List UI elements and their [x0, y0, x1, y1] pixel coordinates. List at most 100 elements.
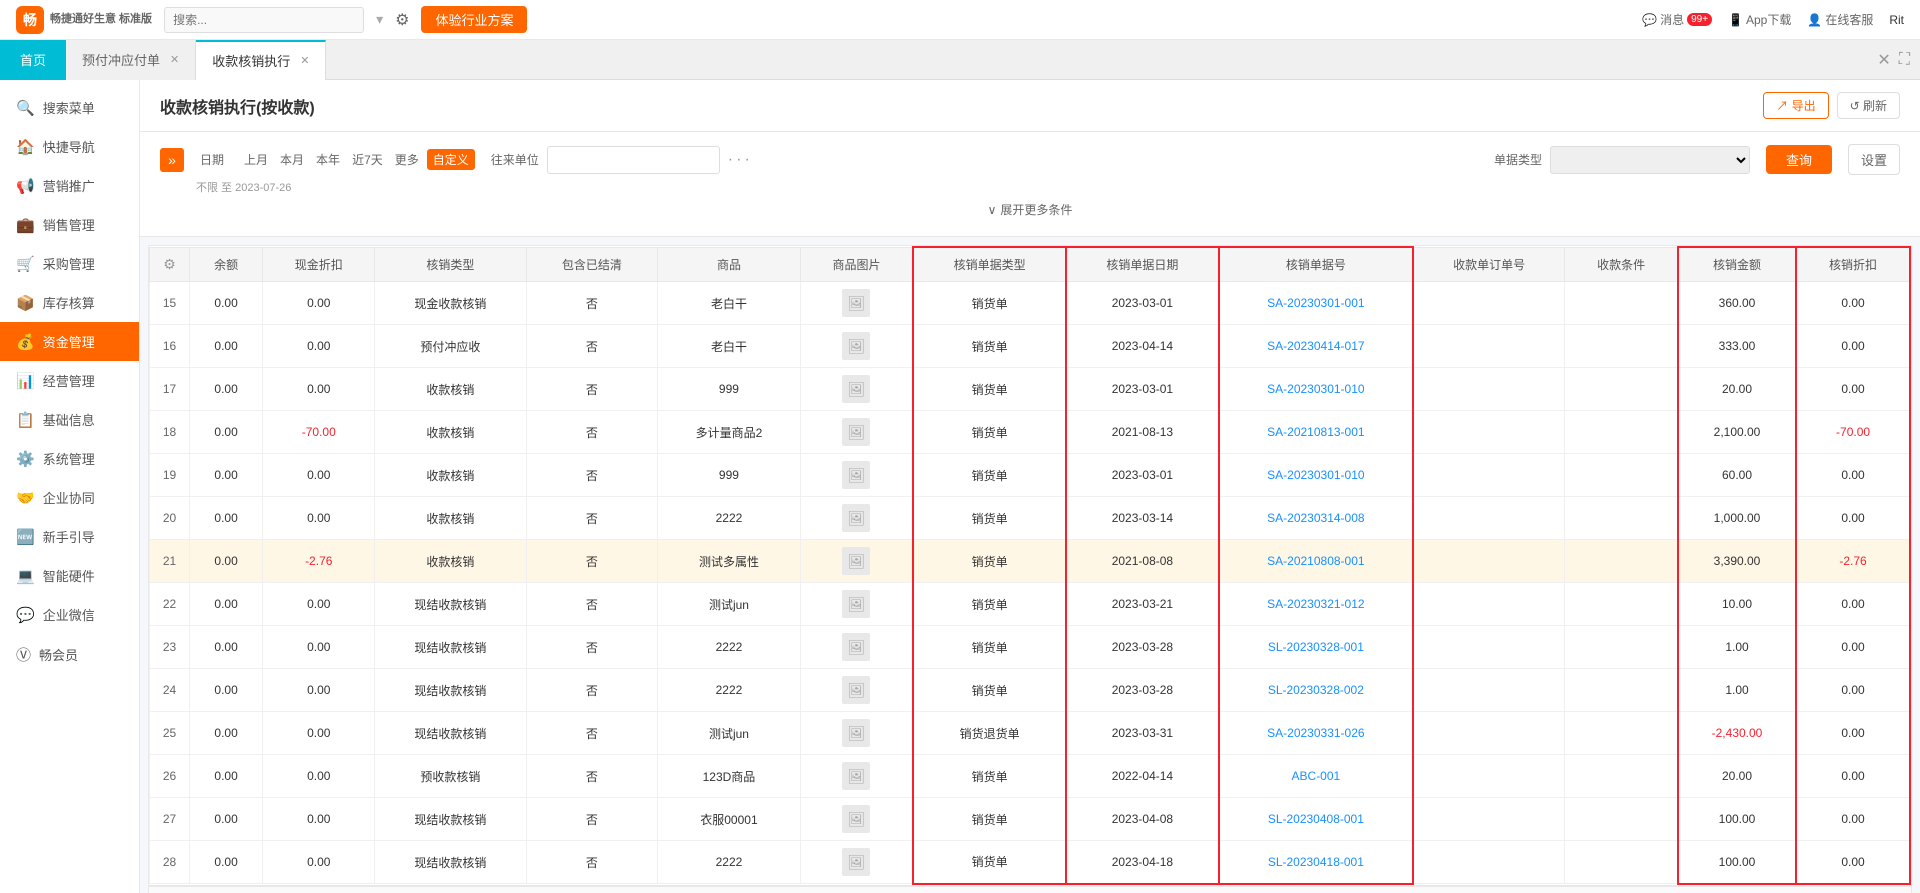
filter-row-main: » 日期 上月 本月 本年 近7天 更多 自定义 往来单位 ··· 单据类型	[160, 144, 1900, 175]
finance-icon: 💰	[16, 333, 35, 351]
sidebar-item-marketing[interactable]: 📢 营销推广	[0, 166, 139, 205]
filter-date-buttons: 上月 本月 本年 近7天 更多 自定义	[240, 149, 475, 170]
sidebar-item-guide[interactable]: 🆕 新手引导	[0, 517, 139, 556]
settings-gear-icon[interactable]: ⚙	[395, 10, 409, 30]
row-cancel-amount: 2,100.00	[1678, 411, 1796, 454]
sidebar-item-wechat[interactable]: 💬 企业微信	[0, 595, 139, 634]
sidebar-item-hardware[interactable]: 💻 智能硬件	[0, 556, 139, 595]
solution-button[interactable]: 体验行业方案	[421, 6, 527, 33]
voucher-no-link[interactable]: SA-20230331-026	[1267, 726, 1364, 740]
row-cancel-voucher-type: 销货退货单	[913, 712, 1066, 755]
sidebar-item-sales[interactable]: 💼 销售管理	[0, 205, 139, 244]
row-receipt-order-no	[1413, 798, 1565, 841]
row-no: 20	[150, 497, 190, 540]
row-receipt-order-no	[1413, 755, 1565, 798]
tab-collection-close-icon[interactable]: ✕	[300, 54, 309, 67]
sidebar-item-inventory[interactable]: 📦 库存核算	[0, 283, 139, 322]
voucher-no-link[interactable]: SL-20230328-002	[1268, 683, 1364, 697]
row-cancel-voucher-type: 销货单	[913, 841, 1066, 884]
table-row: 18 0.00 -70.00 收款核销 否 多计量商品2 🖼 销货单 2021-…	[150, 411, 1911, 454]
tab-home[interactable]: 首页	[0, 40, 66, 80]
th-gear[interactable]: ⚙	[150, 247, 190, 282]
goods-image-cell: 🖼	[800, 583, 913, 626]
app-download-area[interactable]: 📱 App下载	[1728, 11, 1791, 28]
row-receipt-condition	[1565, 368, 1678, 411]
voucher-no-link[interactable]: SA-20230314-008	[1267, 511, 1364, 525]
quick-nav-icon: 🏠	[16, 138, 35, 156]
tab-close-all-icon[interactable]: ✕	[1877, 50, 1890, 70]
online-service-area[interactable]: 👤 在线客服	[1807, 11, 1873, 28]
row-balance: 0.00	[190, 583, 263, 626]
goods-image-cell: 🖼	[800, 368, 913, 411]
voucher-no-link[interactable]: SA-20210813-001	[1267, 425, 1364, 439]
refresh-button[interactable]: ↺ 刷新	[1837, 92, 1900, 119]
tab-maximize-icon[interactable]: ⛶	[1899, 51, 1910, 69]
row-cancel-voucher-type: 销货单	[913, 540, 1066, 583]
row-cancel-voucher-no: SL-20230328-001	[1219, 626, 1413, 669]
sidebar-item-purchase[interactable]: 🛒 采购管理	[0, 244, 139, 283]
main-layout: 🔍 搜索菜单 🏠 快捷导航 📢 营销推广 💼 销售管理 🛒 采购管理 📦 库存核…	[0, 80, 1920, 893]
voucher-type-select[interactable]	[1550, 146, 1750, 174]
message-area[interactable]: 💬 消息 99+	[1642, 11, 1712, 28]
row-cancel-voucher-type: 销货单	[913, 497, 1066, 540]
goods-image-cell: 🖼	[800, 755, 913, 798]
voucher-no-link[interactable]: SL-20230408-001	[1268, 812, 1364, 826]
sidebar-item-business[interactable]: 📊 经营管理	[0, 361, 139, 400]
row-receipt-condition	[1565, 626, 1678, 669]
expand-more-button[interactable]: ∨ 展开更多条件	[160, 195, 1900, 224]
tab-prepay[interactable]: 预付冲应付单 ✕	[66, 40, 196, 80]
row-cancel-discount: 0.00	[1796, 712, 1910, 755]
export-button[interactable]: ↗ 导出	[1763, 92, 1828, 119]
tab-collection[interactable]: 收款核销执行 ✕	[196, 40, 326, 80]
sidebar-item-finance[interactable]: 💰 资金管理	[0, 322, 139, 361]
row-goods: 老白干	[658, 325, 801, 368]
refresh-icon: ↺	[1850, 99, 1863, 113]
search-chevron-icon[interactable]: ▾	[376, 11, 383, 28]
date-btn-last7[interactable]: 近7天	[348, 149, 387, 170]
row-balance: 0.00	[190, 540, 263, 583]
voucher-no-link[interactable]: ABC-001	[1292, 769, 1341, 783]
date-btn-this-month[interactable]: 本月	[276, 149, 308, 170]
voucher-no-link[interactable]: SA-20230301-010	[1267, 382, 1364, 396]
date-btn-custom[interactable]: 自定义	[427, 149, 475, 170]
user-name[interactable]: Rit	[1889, 13, 1904, 27]
voucher-no-link[interactable]: SA-20230321-012	[1267, 597, 1364, 611]
from-unit-input[interactable]	[547, 146, 720, 174]
table-body: 15 0.00 0.00 现金收款核销 否 老白干 🖼 销货单 2023-03-…	[150, 282, 1911, 884]
row-cancel-voucher-type: 销货单	[913, 282, 1066, 325]
voucher-no-link[interactable]: SA-20230301-001	[1267, 296, 1364, 310]
logo-text: 畅捷通好生意 标准版	[50, 13, 152, 26]
row-cancel-type: 预付冲应收	[375, 325, 526, 368]
row-cancel-type: 收款核销	[375, 540, 526, 583]
query-button[interactable]: 查询	[1766, 145, 1832, 174]
settings-button[interactable]: 设置	[1848, 144, 1900, 175]
voucher-no-link[interactable]: SL-20230328-001	[1268, 640, 1364, 654]
voucher-no-link[interactable]: SA-20210808-001	[1267, 554, 1364, 568]
row-cancel-amount: 1.00	[1678, 626, 1796, 669]
row-balance: 0.00	[190, 368, 263, 411]
th-cancel-voucher-type: 核销单据类型	[913, 247, 1066, 282]
sidebar-item-member[interactable]: Ⓥ 畅会员	[0, 634, 139, 675]
tab-prepay-close-icon[interactable]: ✕	[170, 53, 179, 66]
filter-collapse-button[interactable]: »	[160, 148, 184, 172]
column-gear-icon[interactable]: ⚙	[163, 256, 176, 272]
voucher-no-link[interactable]: SA-20230301-010	[1267, 468, 1364, 482]
row-balance: 0.00	[190, 669, 263, 712]
table-row: 24 0.00 0.00 现结收款核销 否 2222 🖼 销货单 2023-03…	[150, 669, 1911, 712]
top-search-input[interactable]	[164, 7, 364, 33]
sidebar-item-system[interactable]: ⚙️ 系统管理	[0, 439, 139, 478]
row-cancel-voucher-date: 2023-03-21	[1066, 583, 1219, 626]
row-receipt-order-no	[1413, 282, 1565, 325]
date-btn-this-year[interactable]: 本年	[312, 149, 344, 170]
date-btn-more[interactable]: 更多	[391, 149, 423, 170]
sidebar-item-enterprise[interactable]: 🤝 企业协同	[0, 478, 139, 517]
th-cancel-voucher-no: 核销单据号	[1219, 247, 1413, 282]
sidebar-item-search-menu[interactable]: 🔍 搜索菜单	[0, 88, 139, 127]
sidebar-item-basic[interactable]: 📋 基础信息	[0, 400, 139, 439]
date-btn-last-month[interactable]: 上月	[240, 149, 272, 170]
voucher-no-link[interactable]: SL-20230418-001	[1268, 855, 1364, 869]
sidebar-item-quick-nav[interactable]: 🏠 快捷导航	[0, 127, 139, 166]
row-cancel-amount: 1,000.00	[1678, 497, 1796, 540]
row-cancel-voucher-date: 2023-03-14	[1066, 497, 1219, 540]
voucher-no-link[interactable]: SA-20230414-017	[1267, 339, 1364, 353]
